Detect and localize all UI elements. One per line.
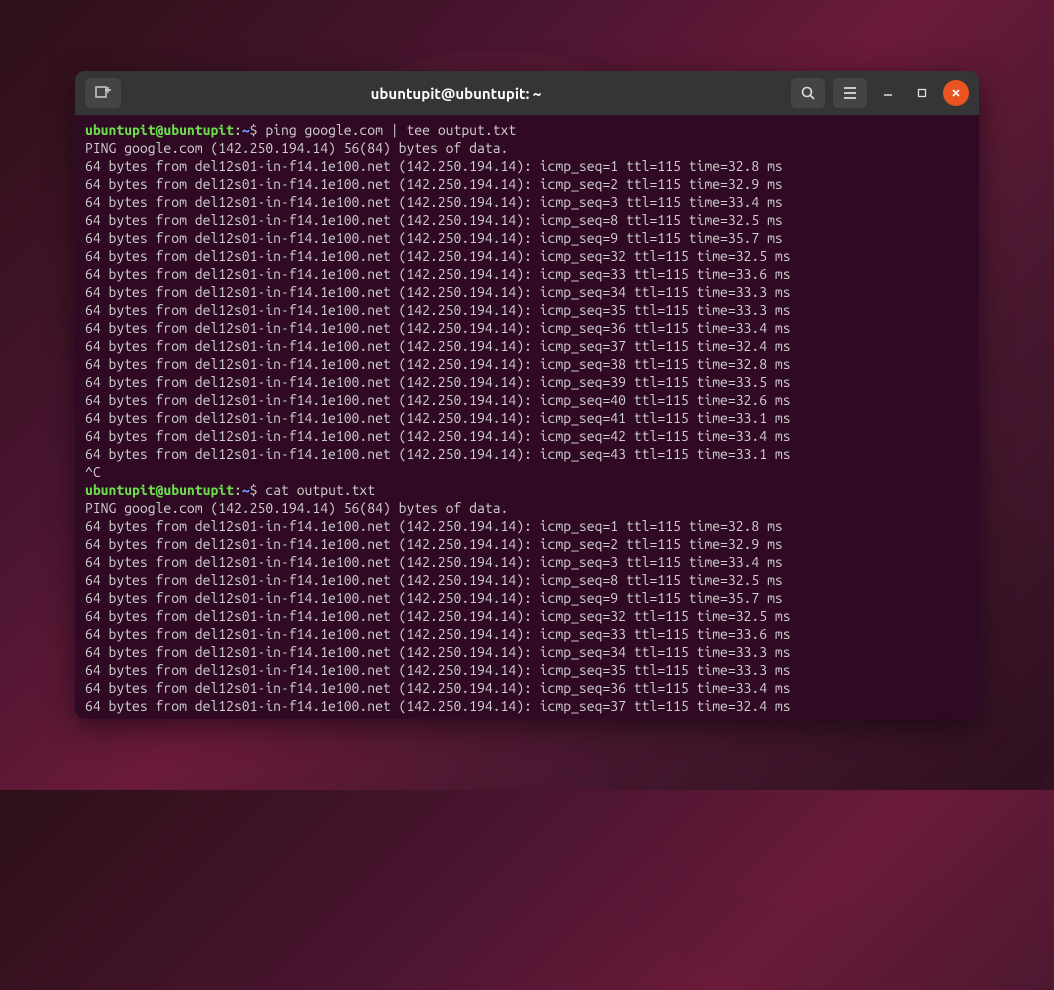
new-tab-button[interactable] [85, 78, 121, 108]
search-icon [801, 86, 815, 100]
titlebar: ubuntupit@ubuntupit: ~ [75, 71, 979, 115]
terminal-line: 64 bytes from del12s01-in-f14.1e100.net … [85, 679, 969, 697]
minimize-icon [883, 88, 893, 98]
prompt-line: ubuntupit@ubuntupit:~$ cat output.txt [85, 481, 969, 499]
prompt-separator: : [234, 122, 242, 138]
maximize-button[interactable] [909, 80, 935, 106]
maximize-icon [917, 88, 927, 98]
terminal-line: PING google.com (142.250.194.14) 56(84) … [85, 499, 969, 517]
terminal-line: 64 bytes from del12s01-in-f14.1e100.net … [85, 211, 969, 229]
terminal-line: 64 bytes from del12s01-in-f14.1e100.net … [85, 643, 969, 661]
minimize-button[interactable] [875, 80, 901, 106]
terminal-line: 64 bytes from del12s01-in-f14.1e100.net … [85, 445, 969, 463]
terminal-line: 64 bytes from del12s01-in-f14.1e100.net … [85, 319, 969, 337]
terminal-line: 64 bytes from del12s01-in-f14.1e100.net … [85, 247, 969, 265]
terminal-line: 64 bytes from del12s01-in-f14.1e100.net … [85, 373, 969, 391]
prompt-user-host: ubuntupit@ubuntupit [85, 482, 234, 498]
terminal-line: 64 bytes from del12s01-in-f14.1e100.net … [85, 229, 969, 247]
terminal-line: 64 bytes from del12s01-in-f14.1e100.net … [85, 391, 969, 409]
terminal-line: 64 bytes from del12s01-in-f14.1e100.net … [85, 175, 969, 193]
terminal-line: 64 bytes from del12s01-in-f14.1e100.net … [85, 337, 969, 355]
terminal-line: PING google.com (142.250.194.14) 56(84) … [85, 139, 969, 157]
terminal-line: 64 bytes from del12s01-in-f14.1e100.net … [85, 535, 969, 553]
prompt-user-host: ubuntupit@ubuntupit [85, 122, 234, 138]
hamburger-icon [843, 87, 857, 99]
terminal-line: 64 bytes from del12s01-in-f14.1e100.net … [85, 625, 969, 643]
terminal-line: 64 bytes from del12s01-in-f14.1e100.net … [85, 157, 969, 175]
command-text: cat output.txt [265, 482, 375, 498]
terminal-line: 64 bytes from del12s01-in-f14.1e100.net … [85, 283, 969, 301]
terminal-line: 64 bytes from del12s01-in-f14.1e100.net … [85, 607, 969, 625]
prompt-path: ~ [242, 482, 250, 498]
new-tab-icon [95, 86, 111, 100]
prompt-symbol: $ [250, 122, 266, 138]
terminal-line: 64 bytes from del12s01-in-f14.1e100.net … [85, 589, 969, 607]
terminal-line: 64 bytes from del12s01-in-f14.1e100.net … [85, 697, 969, 715]
search-button[interactable] [791, 78, 825, 108]
terminal-line: 64 bytes from del12s01-in-f14.1e100.net … [85, 553, 969, 571]
terminal-line: 64 bytes from del12s01-in-f14.1e100.net … [85, 427, 969, 445]
prompt-path: ~ [242, 122, 250, 138]
prompt-line: ubuntupit@ubuntupit:~$ ping google.com |… [85, 121, 969, 139]
close-button[interactable] [943, 80, 969, 106]
window-title: ubuntupit@ubuntupit: ~ [129, 85, 783, 102]
terminal-line: ^C [85, 463, 969, 481]
terminal-line: 64 bytes from del12s01-in-f14.1e100.net … [85, 409, 969, 427]
terminal-line: 64 bytes from del12s01-in-f14.1e100.net … [85, 517, 969, 535]
terminal-line: 64 bytes from del12s01-in-f14.1e100.net … [85, 571, 969, 589]
terminal-line: 64 bytes from del12s01-in-f14.1e100.net … [85, 661, 969, 679]
terminal-line: 64 bytes from del12s01-in-f14.1e100.net … [85, 265, 969, 283]
terminal-window: ubuntupit@ubuntupit: ~ [75, 71, 979, 719]
titlebar-right [791, 78, 969, 108]
close-icon [951, 88, 961, 98]
terminal-line: 64 bytes from del12s01-in-f14.1e100.net … [85, 193, 969, 211]
command-text: ping google.com | tee output.txt [265, 122, 516, 138]
terminal-line: 64 bytes from del12s01-in-f14.1e100.net … [85, 355, 969, 373]
terminal-line: 64 bytes from del12s01-in-f14.1e100.net … [85, 301, 969, 319]
menu-button[interactable] [833, 78, 867, 108]
terminal-body[interactable]: ubuntupit@ubuntupit:~$ ping google.com |… [75, 115, 979, 719]
prompt-separator: : [234, 482, 242, 498]
prompt-symbol: $ [250, 482, 266, 498]
